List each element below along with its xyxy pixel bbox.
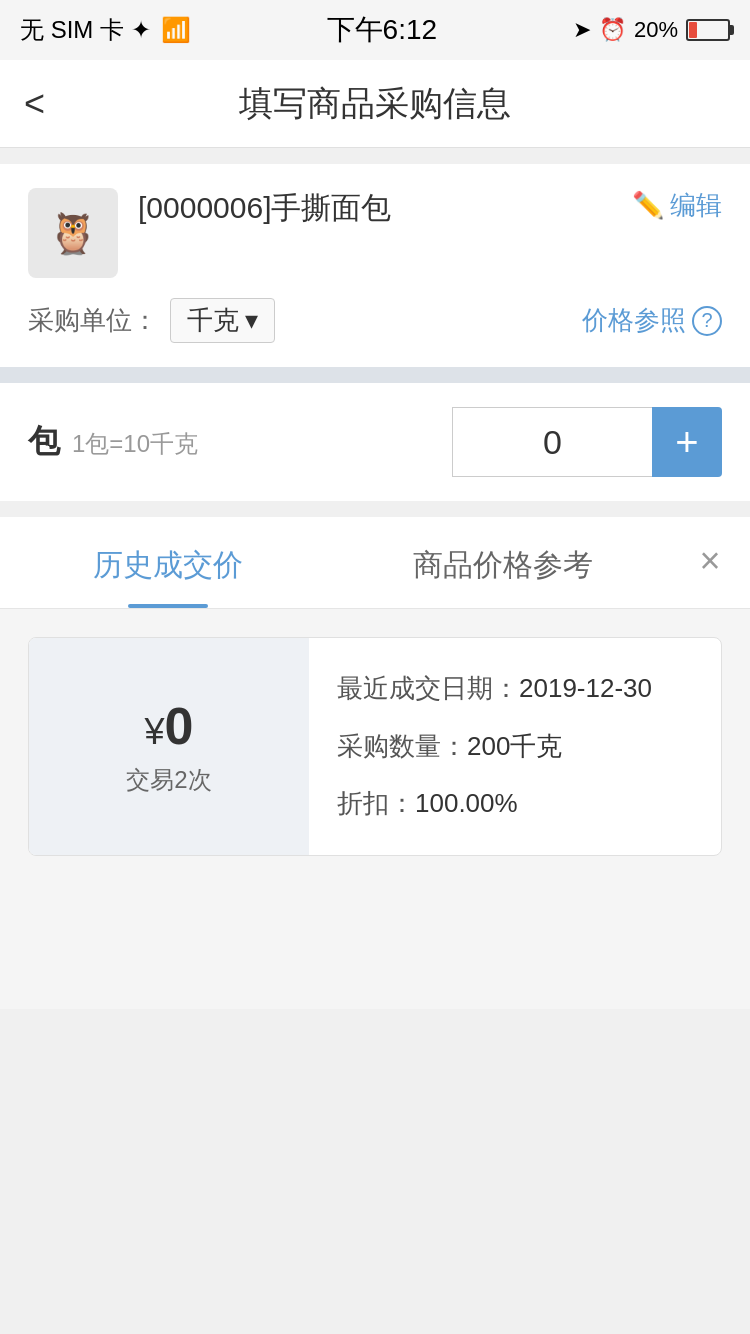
- status-right: ➤ ⏰ 20%: [573, 17, 730, 43]
- unit-value: 千克: [187, 303, 239, 338]
- deal-discount-row: 折扣：100.00%: [337, 783, 693, 825]
- battery-fill: [689, 22, 697, 38]
- back-button[interactable]: <: [24, 83, 45, 125]
- gray-divider: [0, 367, 750, 383]
- status-time: 下午6:12: [327, 11, 438, 49]
- product-card: 🦉 [0000006]手撕面包 ✏️ 编辑 采购单位： 千克 ▾ 价格参照 ?: [0, 164, 750, 367]
- tab-bar: 历史成交价 商品价格参考 ×: [0, 517, 750, 609]
- price-ref-label: 价格参照: [582, 303, 686, 338]
- help-icon[interactable]: ?: [692, 306, 722, 336]
- deal-right: 最近成交日期：2019-12-30 采购数量：200千克 折扣：100.00%: [309, 638, 721, 855]
- history-content: ¥0 交易2次 最近成交日期：2019-12-30 采购数量：200千克 折扣：…: [0, 609, 750, 1009]
- deal-discount-value: 100.00%: [415, 788, 518, 818]
- status-bar: 无 SIM 卡 ✦ 📶 下午6:12 ➤ ⏰ 20%: [0, 0, 750, 60]
- deal-qty-label: 采购数量：: [337, 731, 467, 761]
- purchase-unit-row: 采购单位： 千克 ▾ 价格参照 ?: [28, 298, 722, 343]
- quantity-plus-button[interactable]: +: [652, 407, 722, 477]
- product-thumbnail: 🦉: [28, 188, 118, 278]
- deal-date-row: 最近成交日期：2019-12-30: [337, 668, 693, 710]
- product-header: 🦉 [0000006]手撕面包 ✏️ 编辑: [28, 188, 722, 278]
- location-icon: ➤: [573, 17, 591, 43]
- edit-button[interactable]: ✏️ 编辑: [632, 188, 722, 223]
- product-info: 🦉 [0000006]手撕面包: [28, 188, 391, 278]
- tab-close-button[interactable]: ×: [670, 540, 750, 586]
- tab-price-ref[interactable]: 商品价格参考: [335, 517, 670, 608]
- deal-date-label: 最近成交日期：: [337, 673, 519, 703]
- nav-bar: < 填写商品采购信息: [0, 60, 750, 148]
- quantity-row: 包 1包=10千克 0 +: [0, 383, 750, 501]
- deal-date-value: 2019-12-30: [519, 673, 652, 703]
- unit-hint: 1包=10千克: [72, 428, 198, 460]
- deal-qty-value: 200千克: [467, 731, 562, 761]
- alarm-icon: ⏰: [599, 17, 626, 43]
- deal-qty-row: 采购数量：200千克: [337, 726, 693, 768]
- price-ref-button[interactable]: 价格参照 ?: [582, 303, 722, 338]
- unit-char: 包: [28, 420, 60, 464]
- product-title: 手撕面包: [271, 191, 391, 224]
- product-name: [0000006]手撕面包: [138, 191, 391, 224]
- tab-history-label: 历史成交价: [93, 548, 243, 581]
- deal-times: 交易2次: [126, 764, 211, 796]
- battery-pct: 20%: [634, 17, 678, 43]
- quantity-input-group: 0 +: [452, 407, 722, 477]
- purchase-unit-left: 采购单位： 千克 ▾: [28, 298, 275, 343]
- quantity-input[interactable]: 0: [452, 407, 652, 477]
- wifi-icon: 📶: [161, 16, 191, 44]
- page-title: 填写商品采购信息: [239, 81, 511, 127]
- currency-symbol: ¥: [145, 711, 165, 752]
- edit-label: 编辑: [670, 188, 722, 223]
- purchase-unit-label: 采购单位：: [28, 303, 158, 338]
- product-name-wrap: [0000006]手撕面包: [138, 188, 391, 229]
- unit-select[interactable]: 千克 ▾: [170, 298, 275, 343]
- deal-left: ¥0 交易2次: [29, 638, 309, 855]
- product-logo-icon: 🦉: [48, 210, 98, 257]
- tab-history-price[interactable]: 历史成交价: [0, 517, 335, 608]
- battery-icon: [686, 19, 730, 41]
- product-id: [0000006]: [138, 191, 271, 224]
- status-left: 无 SIM 卡 ✦ 📶: [20, 14, 191, 46]
- sim-label: 无 SIM 卡 ✦: [20, 14, 151, 46]
- tab-price-ref-label: 商品价格参考: [413, 548, 593, 581]
- deal-price: ¥0: [145, 696, 194, 756]
- deal-card: ¥0 交易2次 最近成交日期：2019-12-30 采购数量：200千克 折扣：…: [28, 637, 722, 856]
- unit-label: 包 1包=10千克: [28, 420, 198, 464]
- chevron-down-icon: ▾: [245, 305, 258, 336]
- deal-discount-label: 折扣：: [337, 788, 415, 818]
- deal-price-value: 0: [165, 697, 194, 755]
- edit-icon: ✏️: [632, 190, 664, 221]
